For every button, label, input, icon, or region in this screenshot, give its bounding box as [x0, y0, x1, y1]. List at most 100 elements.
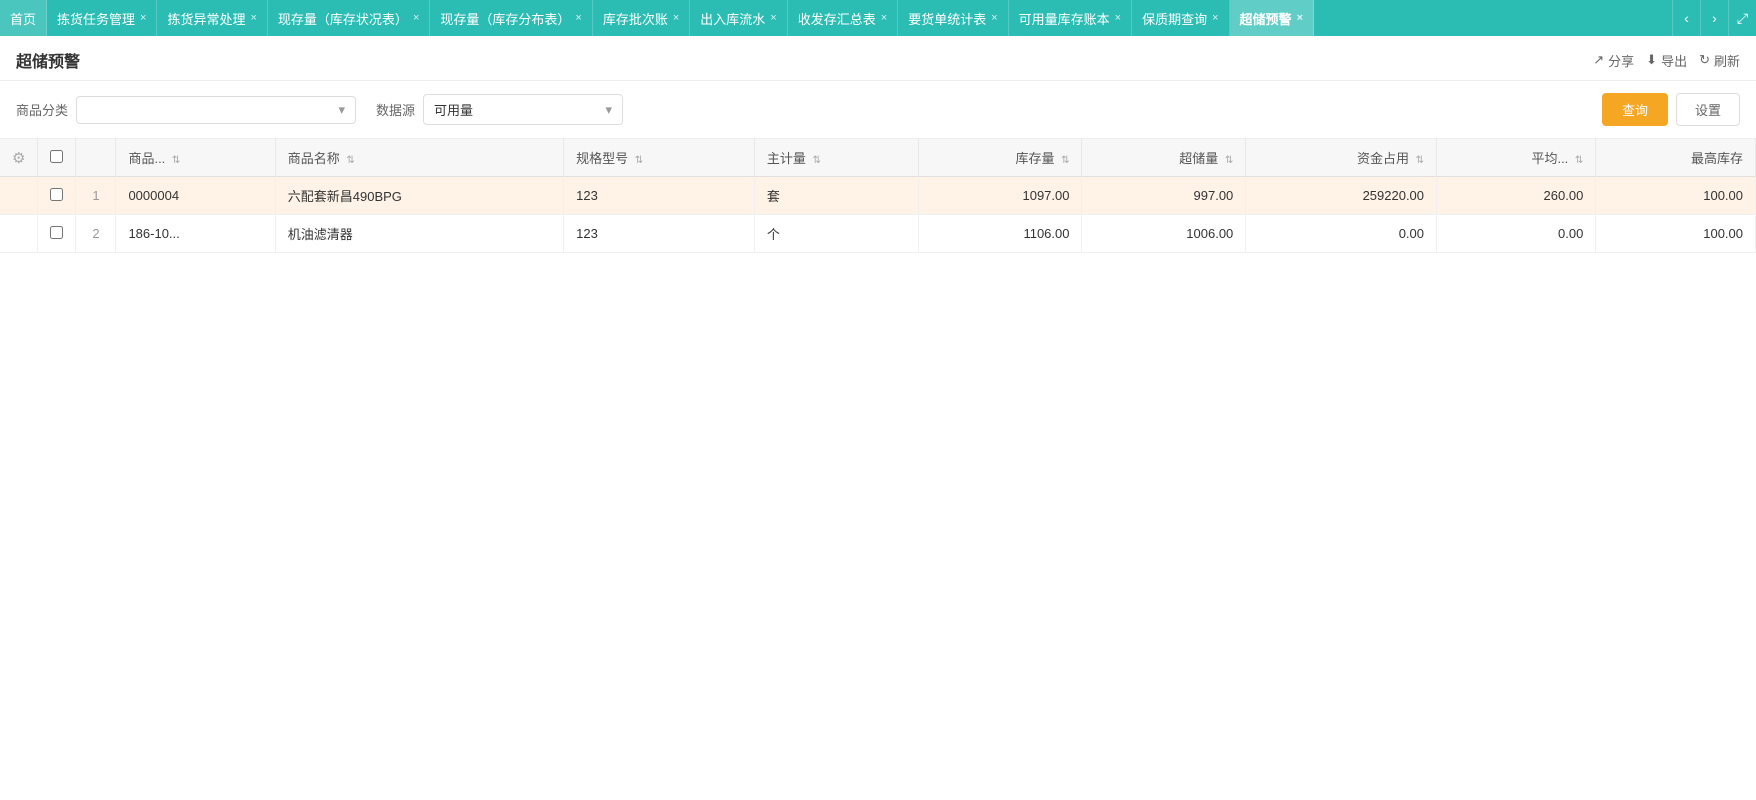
page-title: 超储预警 [16, 48, 80, 72]
sort-product-code-icon: ⇅ [172, 155, 180, 166]
row-unit: 个 [754, 215, 918, 253]
row-inventory: 1097.00 [918, 177, 1082, 215]
close-tab-inventory-dist[interactable]: × [575, 12, 581, 24]
export-button[interactable]: ⬇ 导出 [1646, 51, 1687, 70]
close-tab-task-mgmt[interactable]: × [140, 12, 146, 24]
nav-tab-task-mgmt[interactable]: 拣货任务管理 × [47, 0, 157, 36]
row-overstock: 1006.00 [1082, 215, 1246, 253]
sort-overstock-icon: ⇅ [1225, 155, 1233, 166]
close-tab-inout-flow[interactable]: × [770, 12, 776, 24]
datasource-filter: 数据源 可用量 ▾ [376, 94, 623, 125]
nav-tab-inventory-status[interactable]: 现存量（库存状况表） × [268, 0, 430, 36]
share-button[interactable]: ↗ 分享 [1593, 51, 1634, 70]
close-tab-abnormal[interactable]: × [250, 12, 256, 24]
row-avg: 260.00 [1437, 177, 1596, 215]
nav-tab-receive-summary[interactable]: 收发存汇总表 × [788, 0, 898, 36]
col-checkbox-header [38, 139, 76, 177]
sort-unit-icon: ⇅ [813, 155, 821, 166]
nav-tab-abnormal[interactable]: 拣货异常处理 × [157, 0, 267, 36]
select-all-checkbox[interactable] [50, 150, 63, 163]
row-gear-cell [0, 215, 38, 253]
row-spec: 123 [564, 215, 755, 253]
query-button[interactable]: 查询 [1602, 93, 1668, 126]
row-inventory: 1106.00 [918, 215, 1082, 253]
nav-arrows: ‹ › ⤢ [1672, 0, 1756, 36]
datasource-select-value: 可用量 [434, 100, 605, 119]
row-product-name: 六配套新昌490BPG [275, 177, 563, 215]
sort-product-name-icon: ⇅ [346, 155, 354, 166]
col-avg[interactable]: 平均... ⇅ [1437, 139, 1596, 177]
close-tab-available-ledger[interactable]: × [1115, 12, 1121, 24]
row-num-cell: 1 [76, 177, 116, 215]
col-overstock[interactable]: 超储量 ⇅ [1082, 139, 1246, 177]
nav-arrow-expand[interactable]: ⤢ [1728, 0, 1756, 36]
table-header-row: ⚙ 商品... ⇅ 商品名称 ⇅ 规格型号 [0, 139, 1756, 177]
refresh-icon: ↻ [1699, 52, 1710, 68]
sort-spec-icon: ⇅ [635, 155, 643, 166]
col-unit[interactable]: 主计量 ⇅ [754, 139, 918, 177]
col-spec[interactable]: 规格型号 ⇅ [564, 139, 755, 177]
table-body: 1 0000004 六配套新昌490BPG 123 套 1097.00 997.… [0, 177, 1756, 253]
datasource-select[interactable]: 可用量 ▾ [423, 94, 623, 125]
col-inventory[interactable]: 库存量 ⇅ [918, 139, 1082, 177]
page-container: 超储预警 ↗ 分享 ⬇ 导出 ↻ 刷新 商品分类 ▾ 数据源 [0, 36, 1756, 800]
gear-icon[interactable]: ⚙ [12, 150, 25, 167]
row-max-stock: 100.00 [1596, 177, 1756, 215]
header-actions: ↗ 分享 ⬇ 导出 ↻ 刷新 [1593, 51, 1740, 70]
nav-arrow-right[interactable]: › [1700, 0, 1728, 36]
row-overstock: 997.00 [1082, 177, 1246, 215]
row-product-code: 0000004 [116, 177, 275, 215]
row-spec: 123 [564, 177, 755, 215]
col-product-code[interactable]: 商品... ⇅ [116, 139, 275, 177]
nav-arrow-left[interactable]: ‹ [1672, 0, 1700, 36]
row-unit: 套 [754, 177, 918, 215]
col-rownum [76, 139, 116, 177]
col-capital[interactable]: 资金占用 ⇅ [1246, 139, 1437, 177]
filter-actions: 查询 设置 [1602, 93, 1740, 126]
sort-inventory-icon: ⇅ [1061, 155, 1069, 166]
datasource-label: 数据源 [376, 100, 415, 119]
page-header: 超储预警 ↗ 分享 ⬇ 导出 ↻ 刷新 [0, 36, 1756, 81]
row-product-code: 186-10... [116, 215, 275, 253]
refresh-button[interactable]: ↻ 刷新 [1699, 51, 1740, 70]
row-product-name: 机油滤清器 [275, 215, 563, 253]
close-tab-overstock-warning[interactable]: × [1297, 12, 1303, 24]
nav-tab-inout-flow[interactable]: 出入库流水 × [690, 0, 787, 36]
category-select[interactable]: ▾ [76, 96, 356, 124]
nav-tab-order-stats[interactable]: 要货单统计表 × [898, 0, 1008, 36]
top-navigation: 首页 拣货任务管理 × 拣货异常处理 × 现存量（库存状况表） × 现存量（库存… [0, 0, 1756, 36]
nav-tab-home[interactable]: 首页 [0, 0, 47, 36]
row-checkbox-cell [38, 215, 76, 253]
table-row: 2 186-10... 机油滤清器 123 个 1106.00 1006.00 … [0, 215, 1756, 253]
row-capital: 0.00 [1246, 215, 1437, 253]
filter-area: 商品分类 ▾ 数据源 可用量 ▾ 查询 设置 [0, 81, 1756, 139]
row-gear-cell [0, 177, 38, 215]
datasource-chevron-icon: ▾ [606, 102, 613, 118]
col-gear: ⚙ [0, 139, 38, 177]
nav-tab-overstock-warning[interactable]: 超储预警 × [1230, 0, 1314, 36]
row-checkbox-cell [38, 177, 76, 215]
col-max-stock[interactable]: 最高库存 [1596, 139, 1756, 177]
close-tab-receive-summary[interactable]: × [881, 12, 887, 24]
nav-tab-quality-check[interactable]: 保质期查询 × [1132, 0, 1229, 36]
share-icon: ↗ [1593, 52, 1604, 68]
close-tab-batch-account[interactable]: × [673, 12, 679, 24]
nav-tab-available-ledger[interactable]: 可用量库存账本 × [1009, 0, 1132, 36]
sort-avg-icon: ⇅ [1575, 155, 1583, 166]
row-max-stock: 100.00 [1596, 215, 1756, 253]
export-icon: ⬇ [1646, 52, 1657, 68]
category-label: 商品分类 [16, 100, 68, 119]
close-tab-inventory-status[interactable]: × [413, 12, 419, 24]
row-checkbox-0[interactable] [50, 188, 63, 201]
nav-tab-batch-account[interactable]: 库存批次账 × [593, 0, 690, 36]
nav-tab-inventory-dist[interactable]: 现存量（库存分布表） × [430, 0, 592, 36]
row-avg: 0.00 [1437, 215, 1596, 253]
close-tab-quality-check[interactable]: × [1212, 12, 1218, 24]
row-capital: 259220.00 [1246, 177, 1437, 215]
row-checkbox-1[interactable] [50, 226, 63, 239]
col-product-name[interactable]: 商品名称 ⇅ [275, 139, 563, 177]
close-tab-order-stats[interactable]: × [991, 12, 997, 24]
settings-button[interactable]: 设置 [1676, 93, 1740, 126]
category-filter: 商品分类 ▾ [16, 96, 356, 124]
table-container: ⚙ 商品... ⇅ 商品名称 ⇅ 规格型号 [0, 139, 1756, 253]
